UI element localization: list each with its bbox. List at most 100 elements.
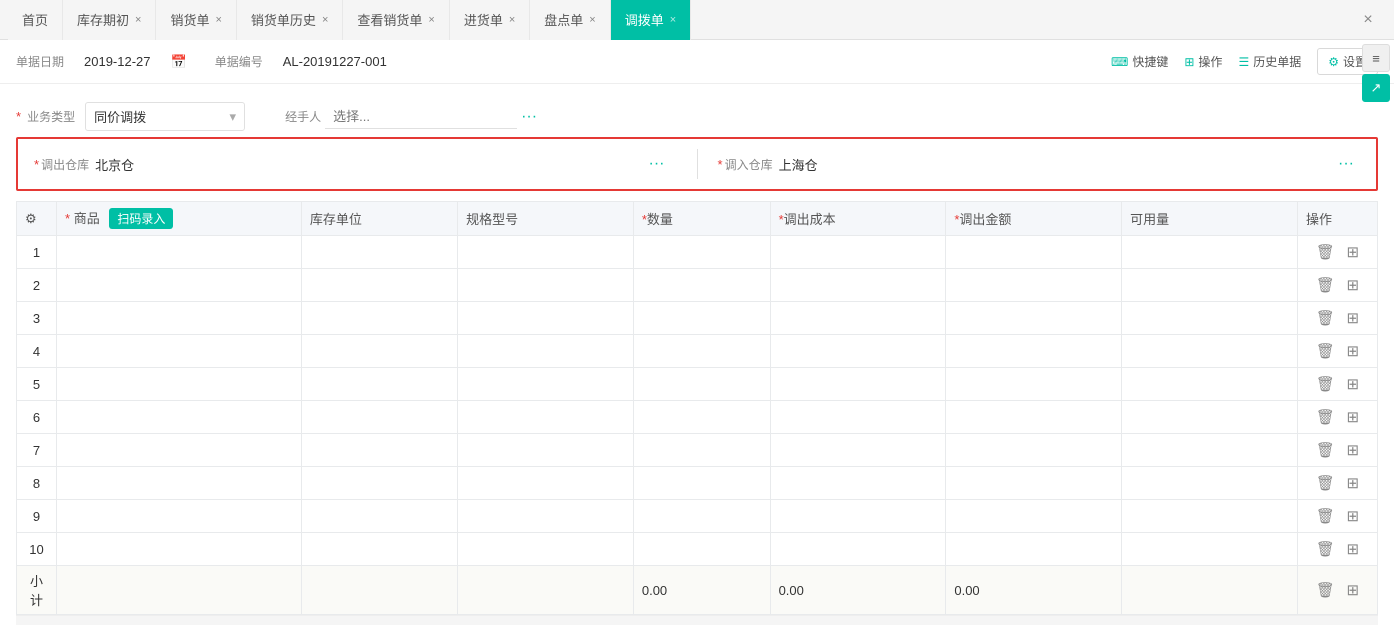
person-input[interactable] <box>325 105 517 129</box>
row-1-available[interactable] <box>1122 236 1298 269</box>
row-5-cost[interactable] <box>770 368 946 401</box>
row-8-copy-button[interactable]: ⊞ <box>1343 472 1364 494</box>
row-10-unit[interactable] <box>301 533 457 566</box>
row-10-copy-button[interactable]: ⊞ <box>1343 538 1364 560</box>
row-4-copy-button[interactable]: ⊞ <box>1343 340 1364 362</box>
row-8-cost[interactable] <box>770 467 946 500</box>
row-1-qty[interactable] <box>633 236 770 269</box>
row-2-unit[interactable] <box>301 269 457 302</box>
row-10-amount[interactable] <box>946 533 1122 566</box>
row-1-goods[interactable] <box>57 236 302 269</box>
row-1-delete-button[interactable]: 🗑 <box>1312 241 1339 263</box>
tab-purchase[interactable]: 进货单 × <box>450 0 530 40</box>
row-7-qty[interactable] <box>633 434 770 467</box>
row-3-cost[interactable] <box>770 302 946 335</box>
sidebar-list-button[interactable]: ≡ <box>1362 44 1390 72</box>
row-4-goods[interactable] <box>57 335 302 368</box>
row-5-unit[interactable] <box>301 368 457 401</box>
row-3-qty[interactable] <box>633 302 770 335</box>
row-8-unit[interactable] <box>301 467 457 500</box>
row-6-goods[interactable] <box>57 401 302 434</box>
row-5-delete-button[interactable]: 🗑 <box>1312 373 1339 395</box>
tab-close-sales-order[interactable]: × <box>215 14 221 26</box>
row-8-available[interactable] <box>1122 467 1298 500</box>
row-2-available[interactable] <box>1122 269 1298 302</box>
row-5-qty[interactable] <box>633 368 770 401</box>
horizontal-scrollbar[interactable] <box>16 615 1378 625</box>
row-7-goods[interactable] <box>57 434 302 467</box>
row-11-amount[interactable]: 0.00 <box>946 566 1122 615</box>
row-6-cost[interactable] <box>770 401 946 434</box>
row-2-qty[interactable] <box>633 269 770 302</box>
row-9-cost[interactable] <box>770 500 946 533</box>
row-11-available[interactable] <box>1122 566 1298 615</box>
row-1-copy-button[interactable]: ⊞ <box>1343 241 1364 263</box>
row-7-unit[interactable] <box>301 434 457 467</box>
row-4-unit[interactable] <box>301 335 457 368</box>
row-10-spec[interactable] <box>458 533 634 566</box>
operations-action[interactable]: ⊞ 操作 <box>1184 53 1222 70</box>
row-6-copy-button[interactable]: ⊞ <box>1343 406 1364 428</box>
gear-th[interactable]: ⚙ <box>17 202 57 236</box>
row-11-cost[interactable]: 0.00 <box>770 566 946 615</box>
row-11-copy-button[interactable]: ⊞ <box>1343 579 1364 601</box>
row-11-spec[interactable] <box>458 566 634 615</box>
row-10-available[interactable] <box>1122 533 1298 566</box>
row-2-delete-button[interactable]: 🗑 <box>1312 274 1339 296</box>
tab-close-stocktake[interactable]: × <box>589 14 595 26</box>
row-4-delete-button[interactable]: 🗑 <box>1312 340 1339 362</box>
row-5-amount[interactable] <box>946 368 1122 401</box>
row-10-goods[interactable] <box>57 533 302 566</box>
row-8-goods[interactable] <box>57 467 302 500</box>
out-warehouse-more-button[interactable]: ··· <box>649 155 677 173</box>
tab-close-inventory-init[interactable]: × <box>135 14 141 26</box>
business-type-select[interactable]: 同价调拨 ▾ <box>85 102 245 131</box>
tab-close-purchase[interactable]: × <box>509 14 515 26</box>
row-7-amount[interactable] <box>946 434 1122 467</box>
row-4-spec[interactable] <box>458 335 634 368</box>
tab-sales-history[interactable]: 销货单历史 × <box>237 0 343 40</box>
row-8-amount[interactable] <box>946 467 1122 500</box>
row-3-delete-button[interactable]: 🗑 <box>1312 307 1339 329</box>
row-9-delete-button[interactable]: 🗑 <box>1312 505 1339 527</box>
row-8-spec[interactable] <box>458 467 634 500</box>
tab-inventory-init[interactable]: 库存期初 × <box>63 0 156 40</box>
row-7-copy-button[interactable]: ⊞ <box>1343 439 1364 461</box>
row-2-goods[interactable] <box>57 269 302 302</box>
row-8-delete-button[interactable]: 🗑 <box>1312 472 1339 494</box>
row-9-spec[interactable] <box>458 500 634 533</box>
row-10-cost[interactable] <box>770 533 946 566</box>
row-2-copy-button[interactable]: ⊞ <box>1343 274 1364 296</box>
row-4-amount[interactable] <box>946 335 1122 368</box>
tab-close-view-sales[interactable]: × <box>428 14 434 26</box>
history-action[interactable]: ☰ 历史单据 <box>1238 53 1301 70</box>
tab-view-sales[interactable]: 查看销货单 × <box>343 0 449 40</box>
row-11-qty[interactable]: 0.00 <box>633 566 770 615</box>
row-7-delete-button[interactable]: 🗑 <box>1312 439 1339 461</box>
row-6-available[interactable] <box>1122 401 1298 434</box>
sidebar-export-button[interactable]: ↗ <box>1362 74 1390 102</box>
row-5-spec[interactable] <box>458 368 634 401</box>
row-1-spec[interactable] <box>458 236 634 269</box>
row-3-spec[interactable] <box>458 302 634 335</box>
row-6-amount[interactable] <box>946 401 1122 434</box>
person-more-button[interactable]: ··· <box>521 108 537 126</box>
row-9-qty[interactable] <box>633 500 770 533</box>
row-11-goods[interactable] <box>57 566 302 615</box>
row-9-unit[interactable] <box>301 500 457 533</box>
row-11-delete-button[interactable]: 🗑 <box>1312 579 1339 601</box>
row-11-unit[interactable] <box>301 566 457 615</box>
row-1-cost[interactable] <box>770 236 946 269</box>
row-3-amount[interactable] <box>946 302 1122 335</box>
calendar-icon[interactable]: 📅 <box>171 54 187 70</box>
scan-button[interactable]: 扫码录入 <box>109 208 173 229</box>
row-10-qty[interactable] <box>633 533 770 566</box>
row-7-cost[interactable] <box>770 434 946 467</box>
row-2-amount[interactable] <box>946 269 1122 302</box>
row-3-copy-button[interactable]: ⊞ <box>1343 307 1364 329</box>
row-1-unit[interactable] <box>301 236 457 269</box>
row-3-goods[interactable] <box>57 302 302 335</box>
row-5-copy-button[interactable]: ⊞ <box>1343 373 1364 395</box>
row-6-unit[interactable] <box>301 401 457 434</box>
row-9-copy-button[interactable]: ⊞ <box>1343 505 1364 527</box>
